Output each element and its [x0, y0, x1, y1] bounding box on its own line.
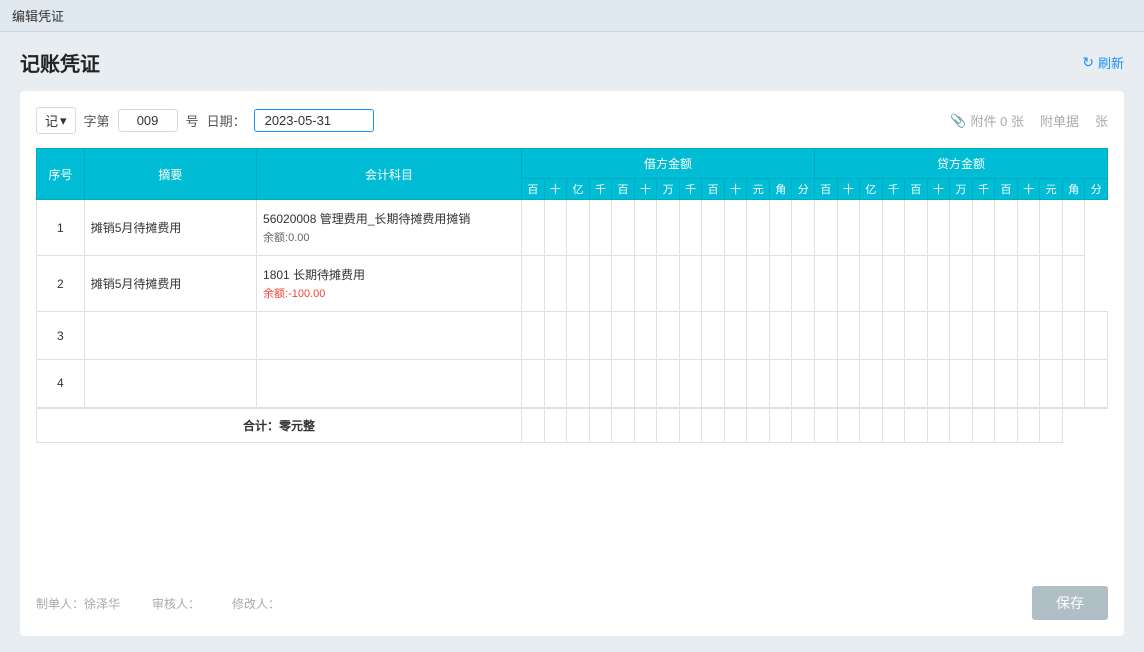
- row1-balance: 余额:0.00: [263, 229, 515, 245]
- total-label: 合计：零元整: [37, 408, 522, 443]
- debit-char-11: 角: [769, 179, 792, 200]
- debit-char-10: 元: [747, 179, 770, 200]
- row2-account-text: 1801 长期待摊费用: [263, 266, 515, 283]
- debit-char-3: 千: [589, 179, 612, 200]
- credit-char-3: 千: [882, 179, 905, 200]
- credit-char-1: 十: [837, 179, 860, 200]
- debit-char-12: 分: [792, 179, 815, 200]
- refresh-icon: ↻: [1082, 54, 1094, 71]
- reviewer-label: 审核人：: [152, 595, 200, 612]
- zhang-label: 张: [1095, 111, 1108, 130]
- voucher-header: 记 ▾ 字第 号 日期： 📎 附件 0 张 附单据 张: [36, 107, 1108, 134]
- creator-label: 制单人：徐泽华: [36, 595, 120, 612]
- debit-char-2: 亿: [567, 179, 590, 200]
- credit-char-6: 万: [950, 179, 973, 200]
- attachment-link[interactable]: 📎 附件 0 张: [950, 111, 1024, 130]
- title-bar-label: 编辑凭证: [12, 9, 64, 24]
- total-row: 合计：零元整: [37, 408, 1108, 443]
- row1-seq: 1: [37, 200, 85, 256]
- th-debit-group: 借方金额: [522, 149, 815, 179]
- credit-char-8: 百: [995, 179, 1018, 200]
- th-credit-group: 贷方金额: [815, 149, 1108, 179]
- credit-char-0: 百: [815, 179, 838, 200]
- main-content: 记账凭证 ↻ 刷新 记 ▾ 字第 号 日期：: [0, 32, 1144, 652]
- credit-char-12: 分: [1085, 179, 1108, 200]
- page-title: 记账凭证: [20, 48, 100, 77]
- voucher-type-label: 记: [45, 111, 58, 130]
- save-button[interactable]: 保存: [1032, 586, 1108, 620]
- th-account: 会计科目: [257, 149, 522, 200]
- footer-row: 制单人：徐泽华 审核人： 修改人： 保存: [36, 578, 1108, 620]
- credit-char-7: 千: [972, 179, 995, 200]
- attachment-label: 附件 0 张: [971, 111, 1024, 130]
- single-attach-label[interactable]: 附单据: [1040, 111, 1079, 130]
- title-bar: 编辑凭证: [0, 0, 1144, 32]
- footer-info: 制单人：徐泽华 审核人： 修改人：: [36, 595, 280, 612]
- modifier-label: 修改人：: [232, 595, 280, 612]
- date-input[interactable]: [254, 109, 374, 132]
- row2-summary[interactable]: 摊销5月待摊费用: [84, 256, 256, 312]
- table-row[interactable]: 3: [37, 312, 1108, 360]
- debit-char-5: 十: [634, 179, 657, 200]
- debit-char-9: 十: [724, 179, 747, 200]
- credit-char-9: 十: [1017, 179, 1040, 200]
- debit-char-8: 百: [702, 179, 725, 200]
- debit-char-6: 万: [657, 179, 680, 200]
- debit-char-0: 百: [522, 179, 545, 200]
- debit-char-1: 十: [544, 179, 567, 200]
- th-seq: 序号: [37, 149, 85, 200]
- th-summary: 摘要: [84, 149, 256, 200]
- row3-seq: 3: [37, 312, 85, 360]
- credit-char-5: 十: [927, 179, 950, 200]
- refresh-button[interactable]: ↻ 刷新: [1082, 53, 1124, 72]
- row1-account[interactable]: 56020008 管理费用_长期待摊费用摊销 余额:0.00: [257, 200, 522, 256]
- table-row[interactable]: 1 摊销5月待摊费用 56020008 管理费用_长期待摊费用摊销 余额:0.0…: [37, 200, 1108, 256]
- voucher-table: 序号 摘要 会计科目 借方金额 贷方金额 百 十 亿 千 百: [36, 148, 1108, 443]
- table-row[interactable]: 2 摊销5月待摊费用 1801 长期待摊费用 余额:-100.00: [37, 256, 1108, 312]
- credit-char-2: 亿: [860, 179, 883, 200]
- credit-char-4: 百: [905, 179, 928, 200]
- row2-balance: 余额:-100.00: [263, 285, 515, 301]
- debit-char-4: 百: [612, 179, 635, 200]
- table-row[interactable]: 4: [37, 360, 1108, 408]
- chevron-down-icon: ▾: [60, 113, 67, 129]
- table-wrapper: 序号 摘要 会计科目 借方金额 贷方金额 百 十 亿 千 百: [36, 148, 1108, 568]
- voucher-type-select: 记 ▾: [36, 107, 76, 134]
- voucher-number-input[interactable]: [118, 109, 178, 132]
- hao-label: 号: [186, 111, 199, 130]
- zi-label: 字第: [84, 111, 110, 130]
- row1-account-text: 56020008 管理费用_长期待摊费用摊销: [263, 210, 515, 227]
- page-header: 记账凭证 ↻ 刷新: [20, 48, 1124, 77]
- refresh-label: 刷新: [1098, 53, 1124, 72]
- voucher-card: 记 ▾ 字第 号 日期： 📎 附件 0 张 附单据 张: [20, 91, 1124, 636]
- row2-seq: 2: [37, 256, 85, 312]
- date-label: 日期：: [207, 111, 246, 130]
- debit-char-7: 千: [679, 179, 702, 200]
- paperclip-icon: 📎: [950, 113, 966, 129]
- credit-char-10: 元: [1040, 179, 1063, 200]
- credit-char-11: 角: [1062, 179, 1085, 200]
- window: 编辑凭证 记账凭证 ↻ 刷新 记 ▾ 字第 号: [0, 0, 1144, 652]
- voucher-type-button[interactable]: 记 ▾: [36, 107, 76, 134]
- row4-seq: 4: [37, 360, 85, 408]
- row2-account[interactable]: 1801 长期待摊费用 余额:-100.00: [257, 256, 522, 312]
- header-right: 📎 附件 0 张 附单据 张: [950, 111, 1108, 130]
- row1-summary[interactable]: 摊销5月待摊费用: [84, 200, 256, 256]
